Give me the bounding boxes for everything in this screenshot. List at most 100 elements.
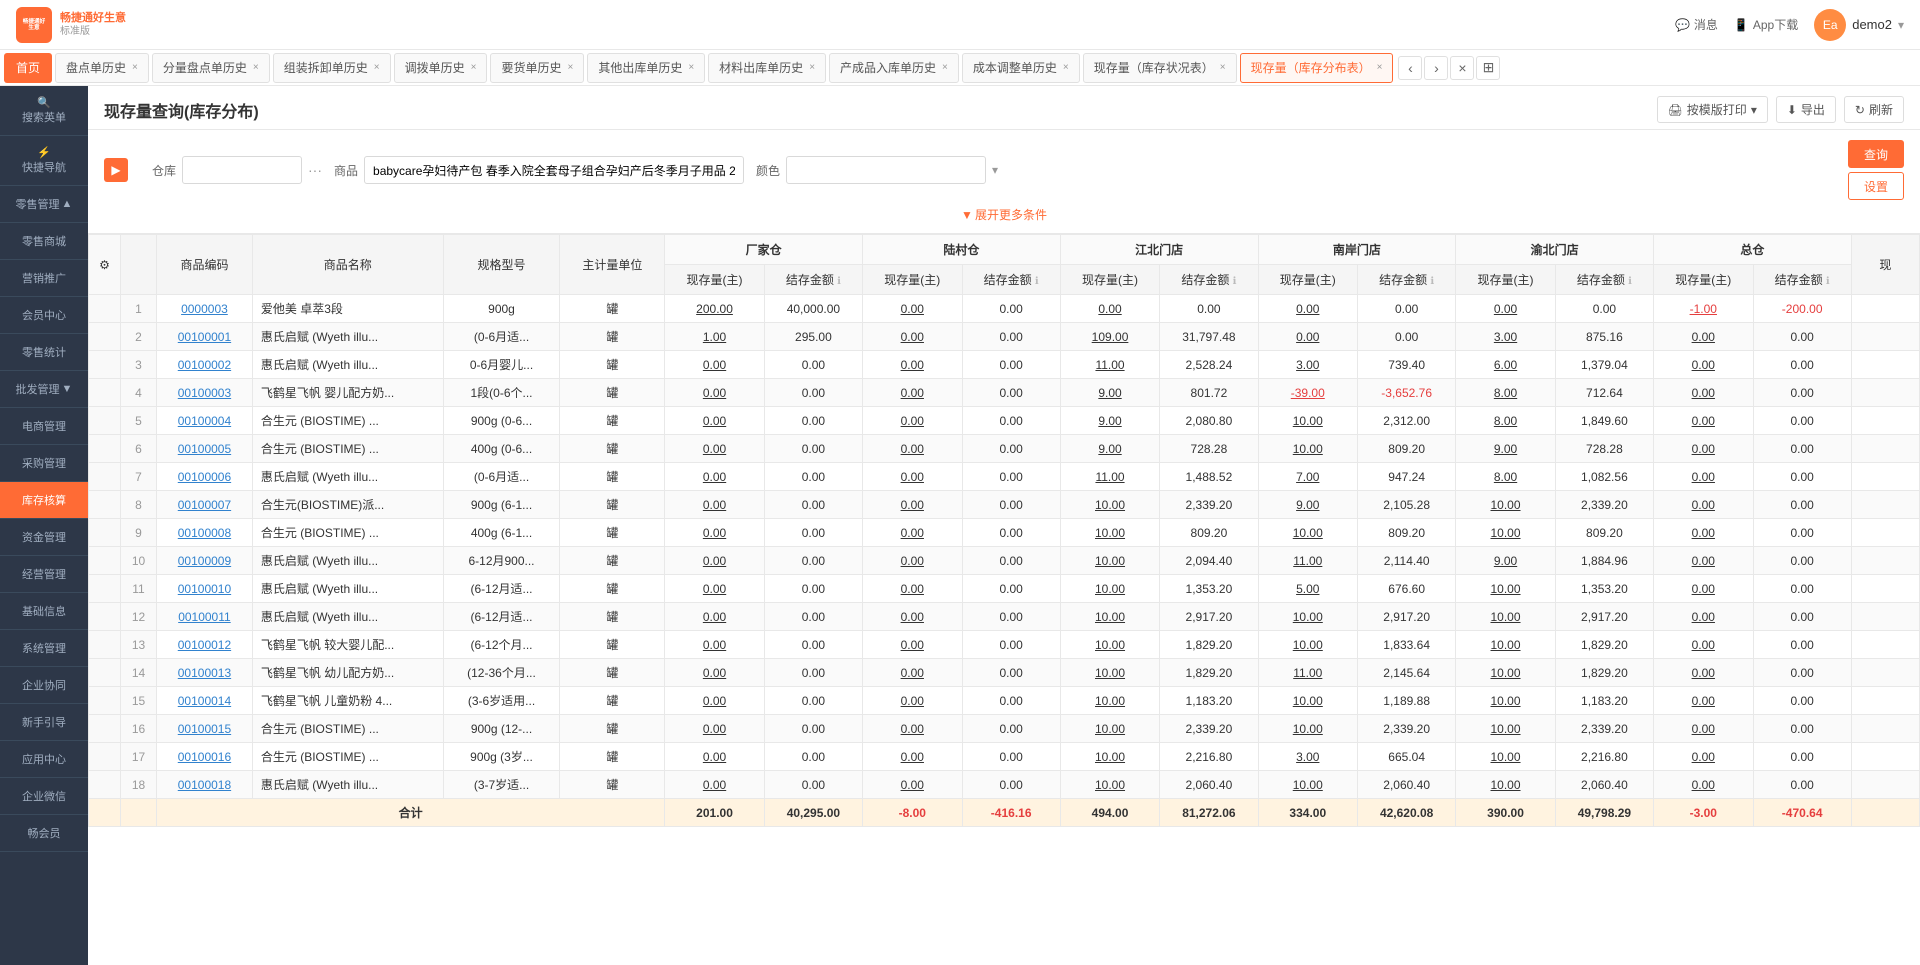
col-unit-header: 主计量单位: [560, 235, 665, 295]
tab-requisition[interactable]: 要货单历史 ×: [490, 53, 584, 83]
tab-close-icon[interactable]: ×: [253, 62, 259, 73]
sidebar-item-purchase[interactable]: 采购管理: [0, 445, 88, 482]
expand-conditions-btn[interactable]: ▼ 展开更多条件: [961, 206, 1047, 223]
tab-close-icon[interactable]: ×: [809, 62, 815, 73]
col-factory-wh-header: 厂家仓: [665, 235, 863, 265]
tab-close-icon[interactable]: ×: [688, 62, 694, 73]
logo-area: 畅捷通好生意 畅捷通好生意 标准版: [16, 7, 126, 43]
print-btn[interactable]: 🖨 按模版打印 ▾: [1657, 96, 1768, 123]
tab-split-inventory[interactable]: 分量盘点单历史 ×: [152, 53, 270, 83]
message-btn[interactable]: 💬 消息: [1675, 16, 1718, 33]
color-dropdown-icon[interactable]: ▾: [992, 163, 998, 177]
col-tot-qty-header: 现存量(主): [1654, 265, 1753, 295]
col-nanan-header: 南岸门店: [1258, 235, 1456, 265]
col-name-header: 商品名称: [252, 235, 443, 295]
sidebar-item-basics[interactable]: 基础信息: [0, 593, 88, 630]
sidebar-item-retail[interactable]: 零售管理 ▲: [0, 186, 88, 223]
sidebar-item-inventory[interactable]: 库存核算: [0, 482, 88, 519]
warehouse-input[interactable]: [182, 156, 302, 184]
sidebar-item-search[interactable]: 🔍 搜索英单: [0, 86, 88, 136]
message-icon: 💬: [1675, 18, 1690, 32]
table-row: 16 00100015 合生元 (BIOSTIME) ... 900g (12-…: [89, 715, 1920, 743]
table-container[interactable]: ⚙ 商品编码 商品名称 规格型号 主计量单位 厂家仓 陆村仓 江北门店 南岸门店…: [88, 234, 1920, 965]
app-download-btn[interactable]: 📱 App下载: [1734, 16, 1798, 33]
tab-group-split[interactable]: 组装拆卸单历史 ×: [273, 53, 391, 83]
user-area[interactable]: Ea demo2 ▾: [1814, 9, 1904, 41]
refresh-btn[interactable]: ↻ 刷新: [1844, 96, 1904, 123]
tab-home[interactable]: 首页: [4, 53, 52, 83]
sidebar-item-ecommerce[interactable]: 电商管理: [0, 408, 88, 445]
table-row: 17 00100016 合生元 (BIOSTIME) ... 900g (3岁.…: [89, 743, 1920, 771]
setting-btn[interactable]: 设置: [1848, 172, 1904, 200]
col-na-qty-header: 现存量(主): [1258, 265, 1357, 295]
tab-close-icon[interactable]: ×: [1220, 62, 1226, 73]
tab-inventory-single[interactable]: 盘点单历史 ×: [55, 53, 149, 83]
col-yubei-header: 渝北门店: [1456, 235, 1654, 265]
page-title: 现存量查询(库存分布): [104, 98, 259, 122]
col-settings-icon[interactable]: ⚙: [89, 235, 121, 295]
sidebar-item-operations[interactable]: 经营管理: [0, 556, 88, 593]
tab-close-icon[interactable]: ×: [1063, 62, 1069, 73]
sidebar-item-wholesale[interactable]: 批发管理 ▼: [0, 371, 88, 408]
table-row: 15 00100014 飞鹤星飞帆 儿童奶粉 4... (3-6岁适用... 罐…: [89, 687, 1920, 715]
col-no-header: [121, 235, 157, 295]
col-code-header: 商品编码: [157, 235, 253, 295]
tab-transfer[interactable]: 调拨单历史 ×: [394, 53, 488, 83]
warehouse-ellipsis[interactable]: ···: [308, 162, 322, 178]
export-btn[interactable]: ⬇ 导出: [1776, 96, 1836, 123]
col-lucun-wh-header: 陆村仓: [863, 235, 1061, 265]
col-jb-qty-header: 现存量(主): [1060, 265, 1159, 295]
tab-close-icon[interactable]: ×: [471, 62, 477, 73]
sidebar-item-marketing[interactable]: 营销推广: [0, 260, 88, 297]
tab-stock-dist[interactable]: 现存量（库存分布表） ×: [1240, 53, 1394, 83]
tab-close-all-btn[interactable]: ×: [1450, 56, 1474, 80]
export-icon: ⬇: [1787, 103, 1797, 117]
query-btn[interactable]: 查询: [1848, 140, 1904, 168]
col-jiangbei-header: 江北门店: [1060, 235, 1258, 265]
sidebar-item-member[interactable]: 会员中心: [0, 297, 88, 334]
tab-prev-btn[interactable]: ‹: [1398, 56, 1422, 80]
sidebar-item-system[interactable]: 系统管理: [0, 630, 88, 667]
sidebar-item-assets[interactable]: 资金管理: [0, 519, 88, 556]
collapse-btn[interactable]: ▶: [104, 158, 128, 182]
tab-product-in[interactable]: 产成品入库单历史 ×: [829, 53, 959, 83]
table-row: 18 00100018 惠氏启赋 (Wyeth illu... (3-7岁适..…: [89, 771, 1920, 799]
goods-input[interactable]: [364, 156, 744, 184]
color-input[interactable]: [786, 156, 986, 184]
tab-close-icon[interactable]: ×: [374, 62, 380, 73]
col-yb-amt-header: 结存金额 ℹ: [1555, 265, 1653, 295]
sidebar-item-nav[interactable]: ⚡ 快捷导航: [0, 136, 88, 186]
tab-expand-btn[interactable]: ⊞: [1476, 56, 1500, 80]
tab-close-icon[interactable]: ×: [1377, 62, 1383, 73]
sidebar-item-app-center[interactable]: 应用中心: [0, 741, 88, 778]
sidebar-item-fans[interactable]: 畅会员: [0, 815, 88, 852]
tab-close-icon[interactable]: ×: [567, 62, 573, 73]
sidebar-item-wechat[interactable]: 企业微信: [0, 778, 88, 815]
col-f-qty-header: 现存量(主): [665, 265, 764, 295]
table-row: 8 00100007 合生元(BIOSTIME)派... 900g (6-1..…: [89, 491, 1920, 519]
tab-material-out[interactable]: 材料出库单历史 ×: [708, 53, 826, 83]
sidebar-item-guide[interactable]: 新手引导: [0, 704, 88, 741]
print-icon: 🖨: [1668, 103, 1683, 117]
sidebar-item-cooperation[interactable]: 企业协同: [0, 667, 88, 704]
nav-icon: ⚡: [6, 146, 82, 159]
tab-close-icon[interactable]: ×: [132, 62, 138, 73]
tab-other-out[interactable]: 其他出库单历史 ×: [587, 53, 705, 83]
table-row: 12 00100011 惠氏启赋 (Wyeth illu... (6-12月适.…: [89, 603, 1920, 631]
header-actions: 🖨 按模版打印 ▾ ⬇ 导出 ↻ 刷新: [1657, 96, 1904, 123]
table-row: 2 00100001 惠氏启赋 (Wyeth illu... (0-6月适...…: [89, 323, 1920, 351]
tab-next-btn[interactable]: ›: [1424, 56, 1448, 80]
chevron-down-icon: ▼: [62, 383, 73, 395]
tab-stock-status[interactable]: 现存量（库存状况表） ×: [1083, 53, 1237, 83]
table-row: 3 00100002 惠氏启赋 (Wyeth illu... 0-6月婴儿...…: [89, 351, 1920, 379]
sidebar-item-retail-stat[interactable]: 零售统计: [0, 334, 88, 371]
table-row: 13 00100012 飞鹤星飞帆 较大婴儿配... (6-12个月... 罐 …: [89, 631, 1920, 659]
main-layout: 🔍 搜索英单 ⚡ 快捷导航 零售管理 ▲ 零售商城 营销推广 会员中心 零售统计…: [0, 86, 1920, 965]
chevron-down-icon: ▾: [1751, 103, 1757, 117]
col-f-amt-header: 结存金额 ℹ: [764, 265, 862, 295]
table-row: 4 00100003 飞鹤星飞帆 婴儿配方奶... 1段(0-6个... 罐 0…: [89, 379, 1920, 407]
tab-close-icon[interactable]: ×: [942, 62, 948, 73]
col-spec-header: 规格型号: [443, 235, 560, 295]
tab-cost-adjust[interactable]: 成本调整单历史 ×: [962, 53, 1080, 83]
sidebar-item-retail-shop[interactable]: 零售商城: [0, 223, 88, 260]
